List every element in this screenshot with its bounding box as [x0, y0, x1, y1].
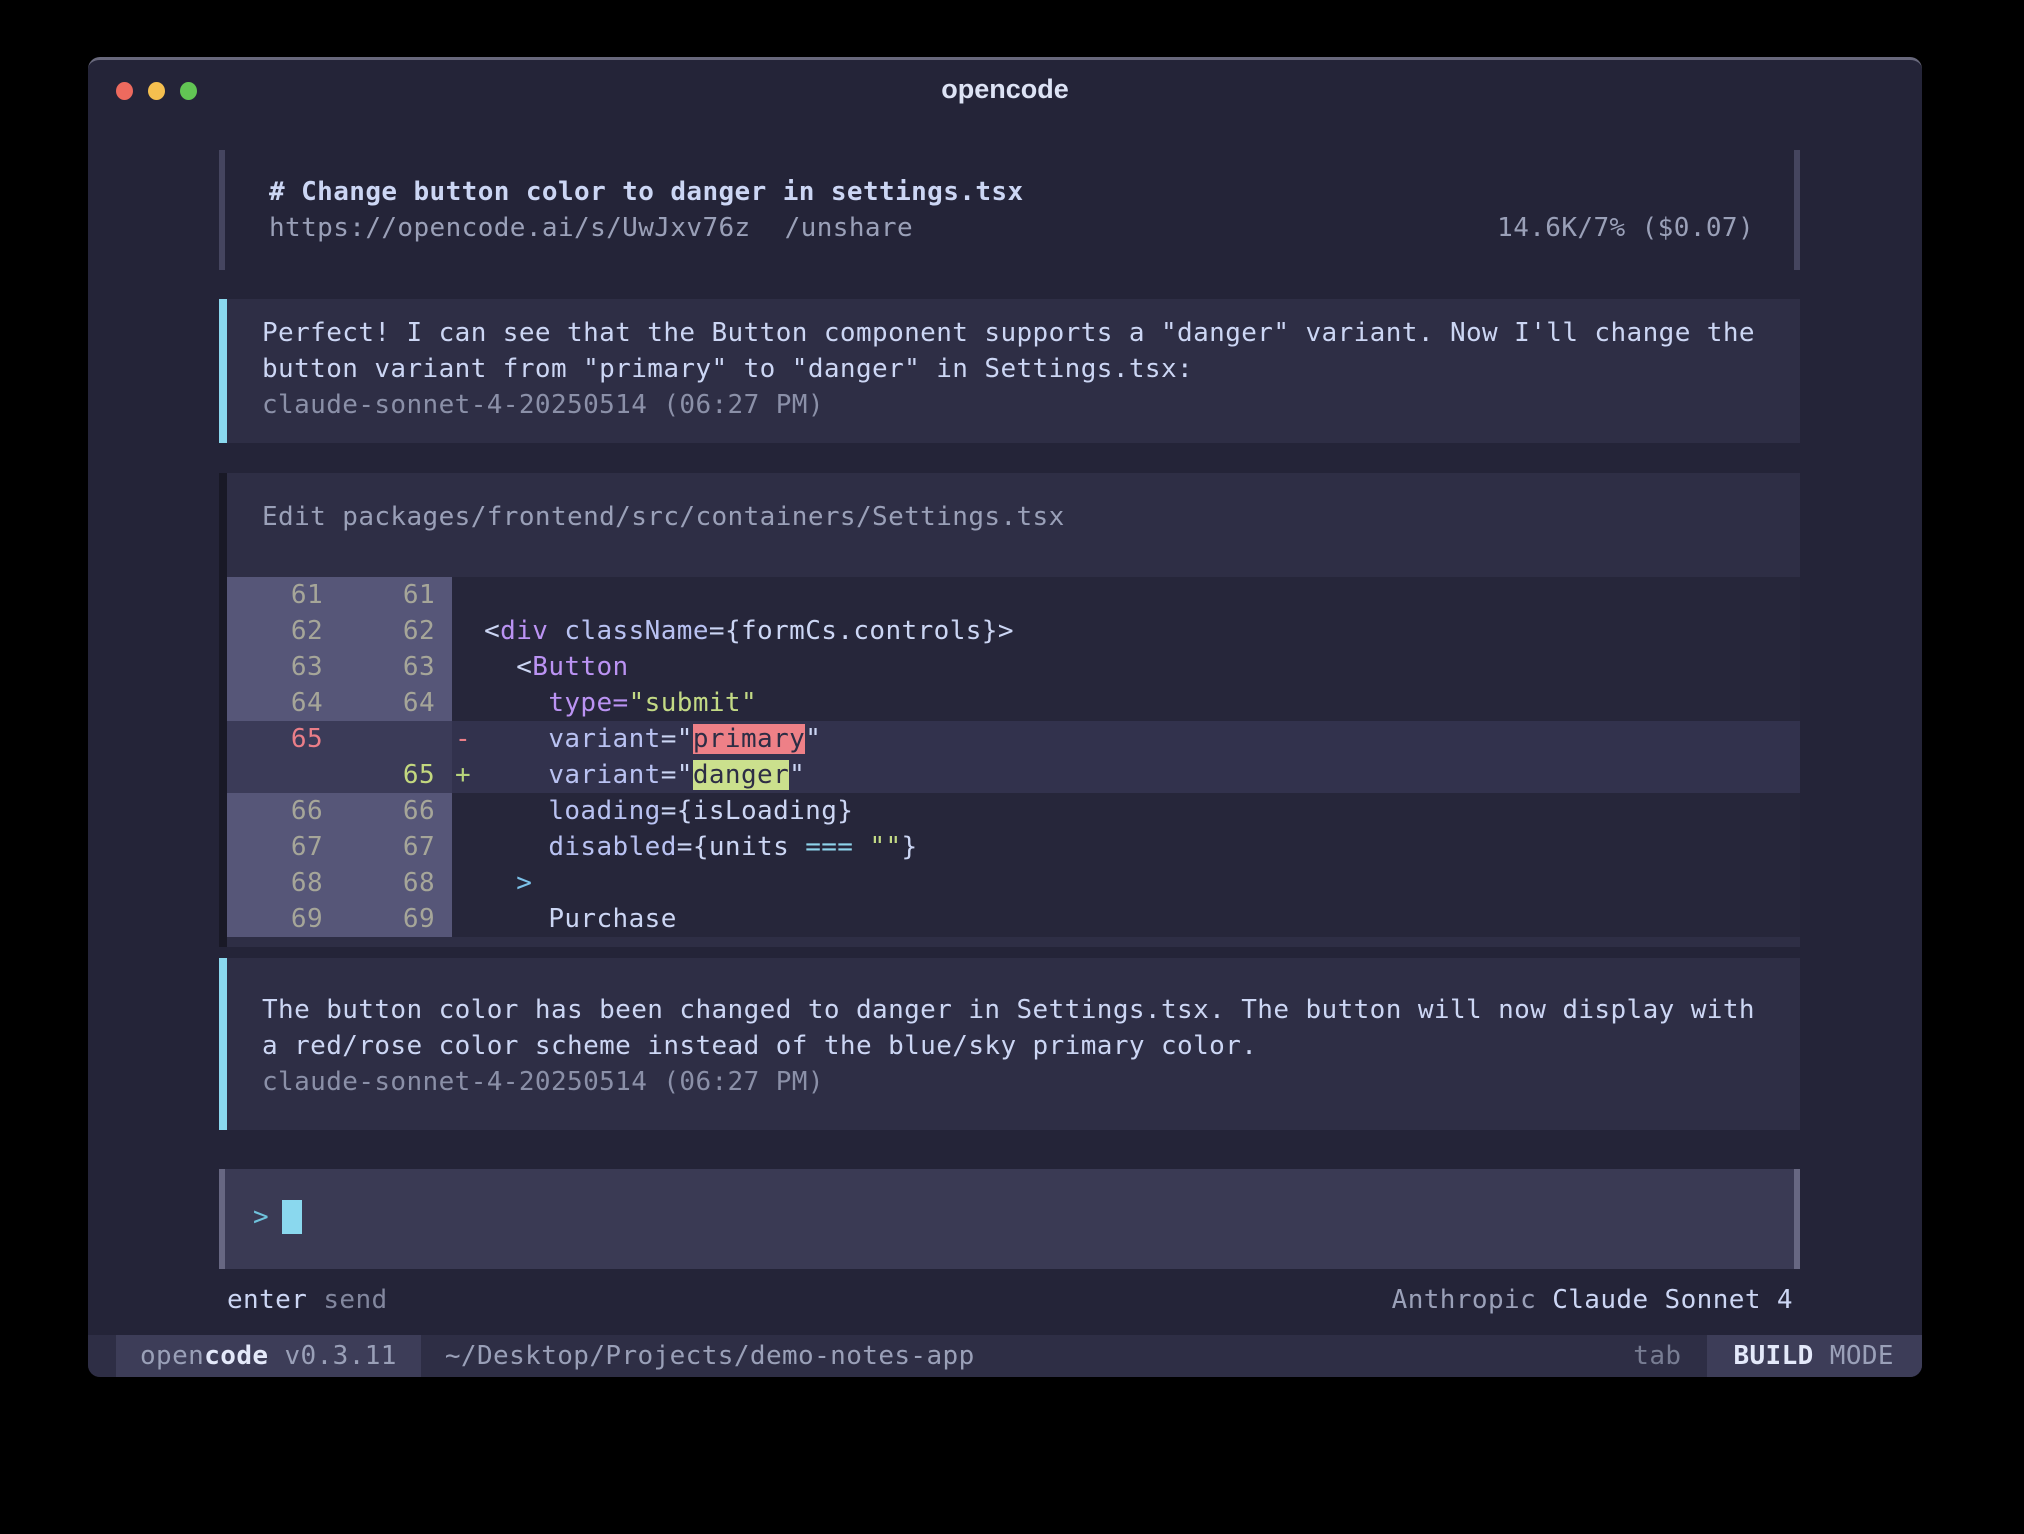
- message-text-line: The button color has been changed to dan…: [262, 992, 1774, 1028]
- app-version-badge: opencode v0.3.11: [116, 1335, 421, 1377]
- model-name: Claude Sonnet 4: [1552, 1285, 1793, 1315]
- assistant-message: The button color has been changed to dan…: [219, 958, 1800, 1130]
- diff-row: 6767 disabled={units === ""}: [227, 829, 1800, 865]
- mode-label-bold: BUILD: [1733, 1341, 1813, 1371]
- tab-key-hint: tab: [1633, 1335, 1681, 1377]
- prompt-chevron: >: [253, 1199, 269, 1235]
- window-title: opencode: [88, 74, 1922, 105]
- text-cursor: [282, 1200, 302, 1234]
- diff-row: 65- variant="primary": [227, 721, 1800, 757]
- model-provider: Anthropic: [1392, 1285, 1536, 1315]
- status-bar: opencode v0.3.11 ~/Desktop/Projects/demo…: [88, 1335, 1922, 1377]
- session-header: # Change button color to danger in setti…: [219, 150, 1800, 270]
- diff-row: 6969 Purchase: [227, 901, 1800, 937]
- message-model-timestamp: claude-sonnet-4-20250514 (06:27 PM): [262, 387, 1774, 423]
- mode-toggle[interactable]: BUILD MODE: [1707, 1335, 1922, 1377]
- diff-row: 65+ variant="danger": [227, 757, 1800, 793]
- app-name-bold: code: [204, 1341, 268, 1371]
- message-text-line: Perfect! I can see that the Button compo…: [262, 315, 1774, 351]
- app-version: v0.3.11: [268, 1341, 396, 1371]
- edit-tool-card: Edit packages/frontend/src/containers/Se…: [219, 473, 1800, 947]
- diff-row: 6464 type="submit": [227, 685, 1800, 721]
- send-action-hint: send: [323, 1285, 387, 1315]
- edit-tool-title: Edit packages/frontend/src/containers/Se…: [227, 499, 1800, 535]
- mode-label-rest: MODE: [1814, 1341, 1894, 1371]
- diff-row: 6868 >: [227, 865, 1800, 901]
- diff-row: 6363 <Button: [227, 649, 1800, 685]
- window-titlebar: opencode: [88, 60, 1922, 116]
- opencode-terminal-window: opencode # Change button color to danger…: [88, 57, 1922, 1377]
- diff-rows: 61616262 <div className={formCs.controls…: [227, 577, 1800, 937]
- message-text-line: button variant from "primary" to "danger…: [262, 351, 1774, 387]
- unshare-command[interactable]: /unshare: [785, 213, 913, 243]
- enter-key-hint: enter: [227, 1285, 307, 1315]
- context-usage-stats: 14.6K/7% ($0.07): [1497, 210, 1754, 246]
- input-footer: enter send Anthropic Claude Sonnet 4: [219, 1282, 1800, 1318]
- prompt-input[interactable]: >: [219, 1169, 1800, 1269]
- session-title: # Change button color to danger in setti…: [269, 174, 1754, 210]
- app-name-normal: open: [140, 1341, 204, 1371]
- working-directory: ~/Desktop/Projects/demo-notes-app: [445, 1335, 975, 1377]
- diff-row: 6666 loading={isLoading}: [227, 793, 1800, 829]
- diff-row: 6161: [227, 577, 1800, 613]
- message-model-timestamp: claude-sonnet-4-20250514 (06:27 PM): [262, 1064, 1774, 1100]
- assistant-message: Perfect! I can see that the Button compo…: [219, 299, 1800, 443]
- diff-row: 6262 <div className={formCs.controls}>: [227, 613, 1800, 649]
- message-text-line: a red/rose color scheme instead of the b…: [262, 1028, 1774, 1064]
- share-url-link[interactable]: https://opencode.ai/s/UwJxv76z: [269, 213, 751, 243]
